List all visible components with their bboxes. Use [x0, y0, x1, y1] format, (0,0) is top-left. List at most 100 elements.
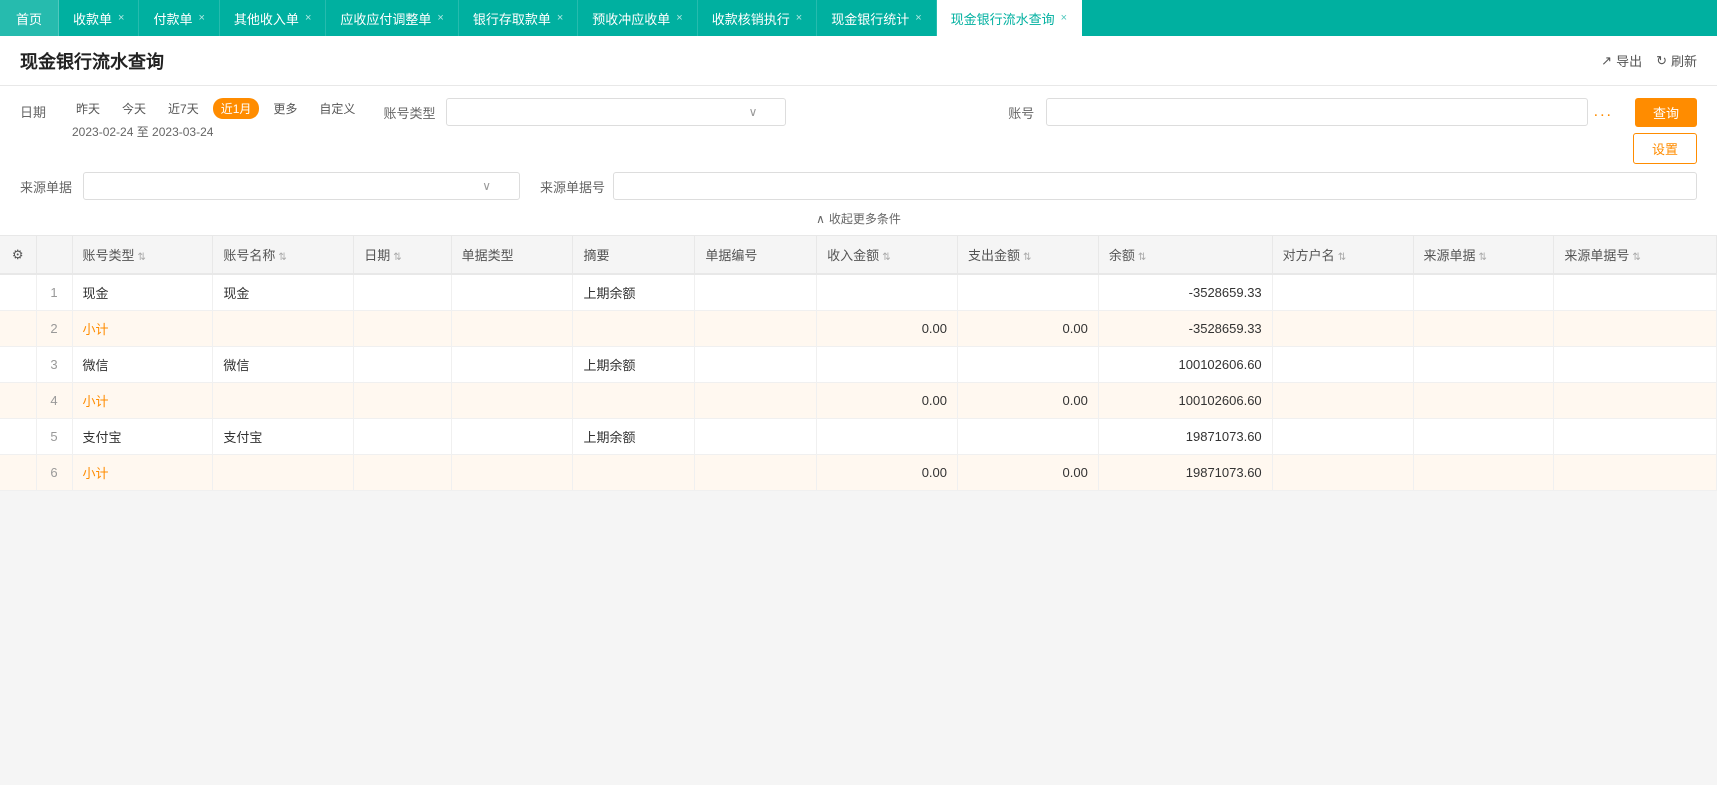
cell-summary: 上期余额: [573, 274, 695, 311]
cell-acct_name: 现金: [213, 274, 354, 311]
collapse-bar[interactable]: ∧ 收起更多条件: [20, 206, 1697, 227]
home-label: 首页: [16, 9, 42, 28]
tab-close-icon[interactable]: ×: [915, 12, 921, 24]
row-number: 5: [36, 419, 72, 455]
date-option-more[interactable]: 更多: [265, 98, 305, 119]
col-source-doc-no[interactable]: 来源单据号⇅: [1554, 236, 1717, 274]
tab-close-icon[interactable]: ×: [676, 12, 682, 24]
sort-icon: ⇅: [882, 252, 890, 263]
cell-doc_type: [451, 274, 573, 311]
source-doc-select[interactable]: ∨: [83, 172, 520, 200]
nav-tab-8[interactable]: 现金银行流水查询 ×: [937, 0, 1082, 36]
sort-icon: ⇅: [1632, 252, 1640, 263]
cell-date: [354, 311, 451, 347]
cell-source_doc: [1413, 311, 1554, 347]
sort-icon: ⇅: [278, 252, 286, 263]
col-source-doc[interactable]: 来源单据⇅: [1413, 236, 1554, 274]
nav-tab-1[interactable]: 付款单 ×: [139, 0, 219, 36]
cell-doc_type: [451, 383, 573, 419]
col-income[interactable]: 收入金额⇅: [817, 236, 958, 274]
cell-doc_type: [451, 419, 573, 455]
col-counterpart[interactable]: 对方户名⇅: [1272, 236, 1413, 274]
tab-close-icon[interactable]: ×: [796, 12, 802, 24]
cell-acct_type: 小计: [72, 311, 213, 347]
source-doc-label: 来源单据: [20, 177, 75, 196]
date-option-1month[interactable]: 近1月: [213, 98, 260, 119]
acct-num-dots[interactable]: ...: [1594, 103, 1613, 121]
tab-close-icon[interactable]: ×: [1061, 12, 1067, 24]
cell-income: 0.00: [817, 455, 958, 491]
cell-source_doc_no: [1554, 347, 1717, 383]
refresh-icon: ↻: [1656, 53, 1667, 69]
cell-expense: 0.00: [958, 311, 1099, 347]
nav-tab-7[interactable]: 现金银行统计 ×: [817, 0, 936, 36]
tab-close-icon[interactable]: ×: [557, 12, 563, 24]
tab-label: 现金银行统计: [831, 9, 909, 28]
date-option-today[interactable]: 今天: [114, 98, 154, 119]
table-row: 3微信微信上期余额100102606.60: [0, 347, 1717, 383]
row-number: 2: [36, 311, 72, 347]
query-button[interactable]: 查询: [1635, 98, 1697, 127]
settings-button[interactable]: 设置: [1633, 133, 1697, 164]
gear-icon[interactable]: ⚙: [12, 247, 24, 262]
cell-acct_type: 小计: [72, 455, 213, 491]
table-row: 1现金现金上期余额-3528659.33: [0, 274, 1717, 311]
cell-income: 0.00: [817, 311, 958, 347]
cell-summary: [573, 311, 695, 347]
tab-close-icon[interactable]: ×: [118, 12, 124, 24]
acct-num-select[interactable]: [1046, 98, 1587, 126]
nav-tab-5[interactable]: 预收冲应收单 ×: [578, 0, 697, 36]
date-option-custom[interactable]: 自定义: [311, 98, 363, 119]
nav-tab-3[interactable]: 应收应付调整单 ×: [326, 0, 458, 36]
cell-expense: 0.00: [958, 455, 1099, 491]
cell-income: [817, 347, 958, 383]
cell-date: [354, 383, 451, 419]
date-option-yesterday[interactable]: 昨天: [68, 98, 108, 119]
cell-source_doc_no: [1554, 419, 1717, 455]
nav-tab-0[interactable]: 收款单 ×: [59, 0, 139, 36]
tab-label: 付款单: [153, 9, 192, 28]
export-label: 导出: [1616, 51, 1642, 70]
cell-counterpart: [1272, 383, 1413, 419]
cell-doc_no: [695, 311, 817, 347]
nav-tab-2[interactable]: 其他收入单 ×: [220, 0, 326, 36]
source-doc-num-input[interactable]: [613, 172, 1697, 200]
col-acct-type[interactable]: 账号类型⇅: [72, 236, 213, 274]
cell-counterpart: [1272, 419, 1413, 455]
table-row: 2小计0.000.00-3528659.33: [0, 311, 1717, 347]
cell-balance: 100102606.60: [1098, 383, 1272, 419]
cell-doc_type: [451, 311, 573, 347]
cell-doc_type: [451, 455, 573, 491]
nav-tab-6[interactable]: 收款核销执行 ×: [698, 0, 817, 36]
cell-balance: 19871073.60: [1098, 455, 1272, 491]
tab-label: 现金银行流水查询: [951, 9, 1055, 28]
cell-expense: 0.00: [958, 383, 1099, 419]
cell-expense: [958, 419, 1099, 455]
refresh-button[interactable]: ↻ 刷新: [1656, 51, 1697, 70]
cell-acct_type: 微信: [72, 347, 213, 383]
col-expense[interactable]: 支出金额⇅: [958, 236, 1099, 274]
tab-close-icon[interactable]: ×: [198, 12, 204, 24]
cell-summary: 上期余额: [573, 419, 695, 455]
cell-summary: [573, 383, 695, 419]
date-option-7days[interactable]: 近7天: [160, 98, 207, 119]
cell-expense: [958, 347, 1099, 383]
row-gear-cell: [0, 274, 36, 311]
tab-close-icon[interactable]: ×: [305, 12, 311, 24]
tab-close-icon[interactable]: ×: [437, 12, 443, 24]
source-doc-num-label: 来源单据号: [540, 177, 605, 196]
cell-income: [817, 274, 958, 311]
acct-type-select[interactable]: ∨: [446, 98, 786, 126]
col-acct-name[interactable]: 账号名称⇅: [213, 236, 354, 274]
row-number: 6: [36, 455, 72, 491]
col-date[interactable]: 日期⇅: [354, 236, 451, 274]
export-button[interactable]: ↗ 导出: [1601, 51, 1642, 70]
cell-balance: -3528659.33: [1098, 274, 1272, 311]
nav-home[interactable]: 首页: [0, 0, 59, 36]
sort-icon: ⇅: [1138, 252, 1146, 263]
date-options: 昨天 今天 近7天 近1月 更多 自定义: [68, 98, 363, 119]
nav-tab-4[interactable]: 银行存取款单 ×: [459, 0, 578, 36]
col-balance[interactable]: 余额⇅: [1098, 236, 1272, 274]
col-gear[interactable]: ⚙: [0, 236, 36, 274]
cell-date: [354, 274, 451, 311]
